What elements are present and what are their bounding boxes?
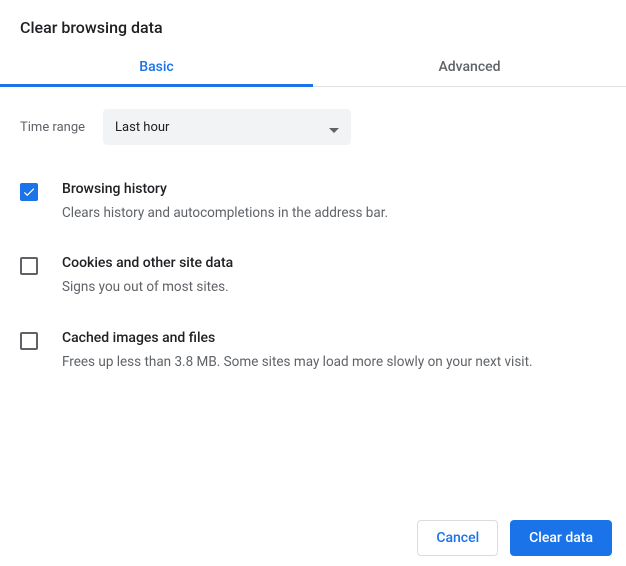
check-icon bbox=[22, 185, 36, 199]
checkbox-browsing-history[interactable] bbox=[20, 183, 38, 201]
time-range-label: Time range bbox=[20, 120, 85, 135]
chevron-down-icon bbox=[329, 118, 339, 137]
option-desc: Clears history and autocompletions in th… bbox=[62, 203, 606, 223]
option-browsing-history: Browsing history Clears history and auto… bbox=[20, 167, 606, 241]
option-text: Cookies and other site data Signs you ou… bbox=[62, 255, 606, 297]
option-cookies: Cookies and other site data Signs you ou… bbox=[20, 241, 606, 315]
option-text: Browsing history Clears history and auto… bbox=[62, 181, 606, 223]
cancel-button[interactable]: Cancel bbox=[417, 520, 498, 556]
option-title: Browsing history bbox=[62, 181, 606, 197]
option-desc: Signs you out of most sites. bbox=[62, 277, 606, 297]
footer-buttons: Cancel Clear data bbox=[417, 520, 626, 566]
option-title: Cached images and files bbox=[62, 330, 606, 346]
option-cached: Cached images and files Frees up less th… bbox=[20, 316, 606, 390]
checkbox-cookies[interactable] bbox=[20, 257, 38, 275]
checkbox-cached[interactable] bbox=[20, 332, 38, 350]
tab-basic[interactable]: Basic bbox=[0, 59, 313, 86]
option-title: Cookies and other site data bbox=[62, 255, 606, 271]
time-range-row: Time range Last hour bbox=[0, 87, 626, 163]
options-list: Browsing history Clears history and auto… bbox=[0, 163, 626, 390]
time-range-value: Last hour bbox=[115, 120, 329, 135]
clear-data-button[interactable]: Clear data bbox=[510, 520, 612, 556]
time-range-select[interactable]: Last hour bbox=[103, 109, 351, 145]
option-desc: Frees up less than 3.8 MB. Some sites ma… bbox=[62, 352, 606, 372]
tab-advanced[interactable]: Advanced bbox=[313, 59, 626, 86]
option-text: Cached images and files Frees up less th… bbox=[62, 330, 606, 372]
tabs: Basic Advanced bbox=[0, 59, 626, 87]
dialog-title: Clear browsing data bbox=[0, 0, 626, 59]
